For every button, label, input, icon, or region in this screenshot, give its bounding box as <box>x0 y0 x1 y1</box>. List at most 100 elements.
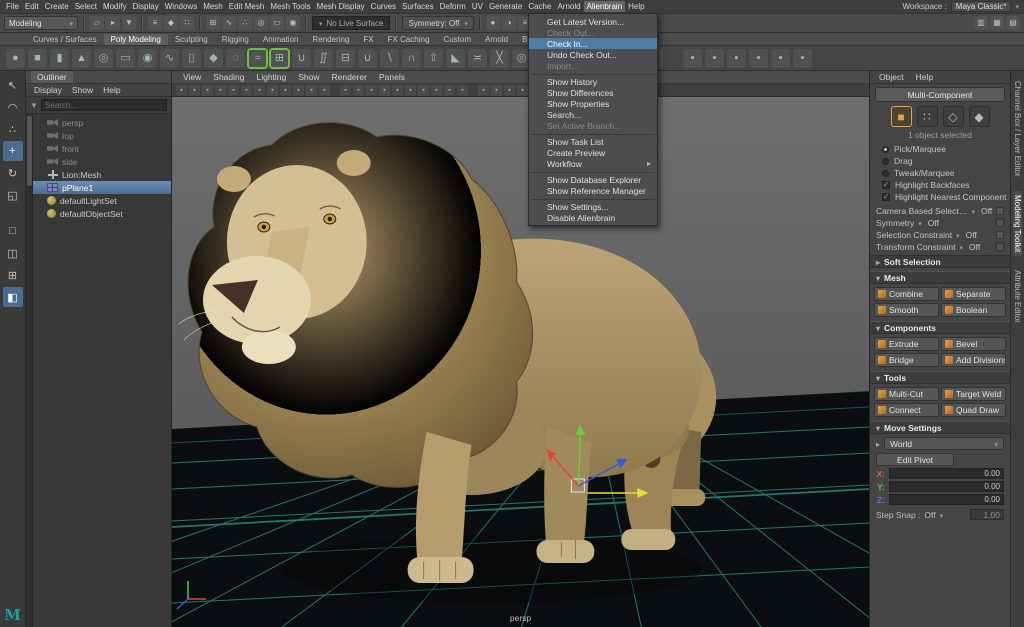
bridge-icon[interactable]: ≍ <box>468 49 487 68</box>
soccer-icon[interactable]: ◌ <box>226 49 245 68</box>
toolkit-menu-item[interactable]: Help <box>911 72 938 82</box>
outliner-persp-layout-icon[interactable]: ◧ <box>3 287 23 307</box>
outliner-menu-item[interactable]: Help <box>99 85 124 95</box>
axis-orientation-select[interactable]: World <box>884 437 1004 450</box>
tool-button[interactable]: Target Weld <box>941 387 1006 401</box>
snap-to-curve-icon[interactable]: ∿ <box>222 16 236 30</box>
xray-icon[interactable]: ▪ <box>491 85 502 96</box>
four-pane-layout-icon[interactable]: ⊞ <box>3 265 23 285</box>
outliner-item[interactable]: defaultLightSet <box>33 194 171 207</box>
outliner-menu-item[interactable]: Show <box>68 85 97 95</box>
ipr-render-icon[interactable]: ◑ <box>502 16 516 30</box>
dropdown-menu-item[interactable] <box>531 170 655 173</box>
shaded-icon[interactable]: ▪ <box>353 85 364 96</box>
show-attribute-editor-icon[interactable]: ▤ <box>1006 16 1020 30</box>
menu-item[interactable]: File <box>3 1 22 12</box>
soft-selection-header[interactable]: Soft Selection <box>870 255 1010 268</box>
single-pane-layout-icon[interactable]: □ <box>3 221 23 241</box>
shelf-tab[interactable]: Sculpting <box>168 34 215 45</box>
viewport-menu-item[interactable]: Lighting <box>251 72 291 82</box>
snap-to-view-plane-icon[interactable]: ▭ <box>270 16 284 30</box>
difference-icon[interactable]: ∖ <box>380 49 399 68</box>
lasso-tool-icon[interactable]: ◠ <box>3 97 23 117</box>
grease-pencil-icon[interactable]: ▪ <box>254 85 265 96</box>
dropdown-menu-item[interactable]: Show Reference Manager <box>529 185 657 196</box>
select-hierarchy-icon[interactable]: ≡ <box>148 16 162 30</box>
viewport-menu-item[interactable]: View <box>178 72 206 82</box>
menu-item[interactable]: Select <box>72 1 100 12</box>
sphere-icon[interactable]: ● <box>6 49 25 68</box>
select-camera-icon[interactable]: ▪ <box>176 85 187 96</box>
lock-camera-icon[interactable]: ▪ <box>189 85 200 96</box>
cylinder-icon[interactable]: ▮ <box>50 49 69 68</box>
dropdown-menu-item[interactable] <box>531 197 655 200</box>
coordinate-input[interactable] <box>889 481 1004 492</box>
toolkit-menu-item[interactable]: Object <box>874 72 909 82</box>
scrollbar-thumb[interactable] <box>27 116 32 186</box>
workspace-selector[interactable]: Workspace : Maya Classic* <box>902 1 1024 12</box>
grab-brush-icon[interactable]: ▪ <box>749 49 768 68</box>
multi-component-button[interactable]: Multi-Component <box>875 87 1005 102</box>
combine-icon[interactable]: ∪ <box>292 49 311 68</box>
bevel-icon[interactable]: ◣ <box>446 49 465 68</box>
new-scene-icon[interactable]: ▱ <box>90 16 104 30</box>
outliner-item[interactable]: defaultObjectSet <box>33 207 171 220</box>
mesh-section-header[interactable]: Mesh <box>870 271 1010 284</box>
dropdown-menu-item[interactable]: Check Out... <box>529 27 657 38</box>
radio-option[interactable]: Pick/Marquee <box>870 143 1010 155</box>
menu-item[interactable]: Mesh <box>200 1 226 12</box>
film-gate-icon[interactable]: ▪ <box>280 85 291 96</box>
outliner-search-input[interactable] <box>41 99 167 111</box>
menu-item[interactable]: Display <box>130 1 162 12</box>
sculpt-tool-icon[interactable]: ▪ <box>683 49 702 68</box>
helix-icon[interactable]: ∿ <box>160 49 179 68</box>
dropdown-menu-item[interactable]: Search... <box>529 109 657 120</box>
shelf-tab[interactable]: FX Caching <box>381 34 437 45</box>
dropdown-menu-item[interactable]: Get Latest Version... <box>529 16 657 27</box>
workspace-value[interactable]: Maya Classic* <box>951 1 1012 12</box>
live-surface-field[interactable]: No Live Surface <box>312 16 390 30</box>
dropdown-menu-item[interactable]: Show History <box>529 76 657 87</box>
motion-blur-icon[interactable]: ▪ <box>418 85 429 96</box>
coordinate-input[interactable] <box>889 494 1004 505</box>
menu-item[interactable]: Surfaces <box>399 1 437 12</box>
knife-tool-icon[interactable]: ▪ <box>793 49 812 68</box>
separate-icon[interactable]: ∬ <box>314 49 333 68</box>
outliner-item[interactable]: Lion:Mesh <box>33 168 171 181</box>
screen-space-ao-icon[interactable]: ▪ <box>405 85 416 96</box>
option-box-icon[interactable] <box>996 243 1004 251</box>
tools-section-header[interactable]: Tools <box>870 371 1010 384</box>
menu-item[interactable]: Generate <box>486 1 525 12</box>
shelf-tab[interactable]: Poly Modeling <box>104 34 168 45</box>
outliner-scrollbar[interactable] <box>26 114 33 627</box>
radio-option[interactable]: Drag <box>870 155 1010 167</box>
viewport-menu-item[interactable]: Panels <box>374 72 410 82</box>
menu-item[interactable]: UV <box>469 1 486 12</box>
shelf-tab[interactable]: Arnold <box>478 34 515 45</box>
dropdown-menu-item[interactable]: Undo Check Out... <box>529 49 657 60</box>
image-plane-icon[interactable]: ▪ <box>228 85 239 96</box>
extract-icon[interactable]: ⊟ <box>336 49 355 68</box>
show-channel-box-icon[interactable]: ▥ <box>974 16 988 30</box>
option-box-icon[interactable] <box>996 219 1004 227</box>
extrude-icon[interactable]: ⇧ <box>424 49 443 68</box>
checkbox-option[interactable]: Highlight Backfaces <box>870 179 1010 191</box>
selection-dropdown[interactable]: Symmetry Off <box>870 217 1010 229</box>
step-snap-amount[interactable]: 1.00 <box>970 509 1004 520</box>
dropdown-menu-item[interactable]: Check In... <box>529 38 657 49</box>
pipe-icon[interactable]: ▯ <box>182 49 201 68</box>
edit-pivot-button[interactable]: Edit Pivot <box>876 453 954 466</box>
checkbox-option[interactable]: Highlight Nearest Component <box>870 191 1010 203</box>
menu-item[interactable]: Help <box>625 1 647 12</box>
depth-of-field-icon[interactable]: ▪ <box>457 85 468 96</box>
dropdown-menu-item[interactable] <box>531 132 655 135</box>
dropdown-menu-item[interactable]: Workflow <box>529 158 657 169</box>
two-pane-layout-icon[interactable]: ◫ <box>3 243 23 263</box>
safe-title-icon[interactable]: ▪ <box>319 85 330 96</box>
component-button[interactable]: Bridge <box>874 353 939 367</box>
perspective-viewport[interactable]: ViewShadingLightingShowRendererPanels ▪▪… <box>172 71 870 627</box>
tool-button[interactable]: Multi-Cut <box>874 387 939 401</box>
platonic-icon[interactable]: ◆ <box>204 49 223 68</box>
menu-item[interactable]: Modify <box>100 1 130 12</box>
lights-icon[interactable]: ▪ <box>379 85 390 96</box>
